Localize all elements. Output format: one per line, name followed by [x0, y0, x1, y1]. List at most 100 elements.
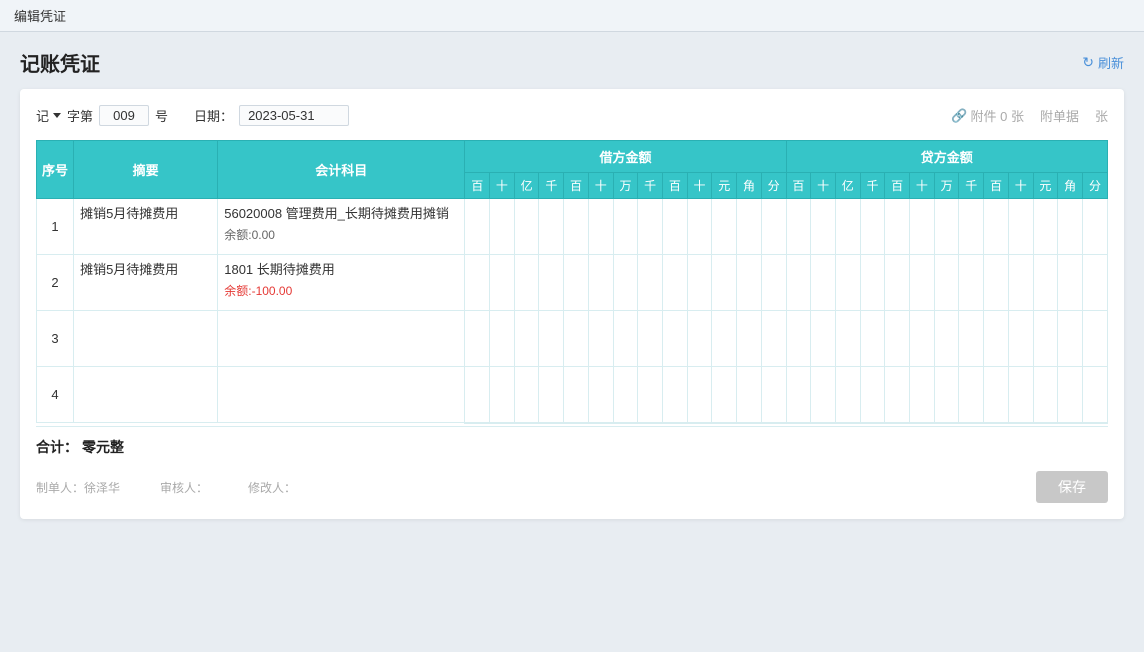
row-1-debit-0[interactable] [465, 255, 490, 311]
row-1-debit-1[interactable] [490, 255, 515, 311]
row-0-account[interactable]: 56020008 管理费用_长期待摊费用摊销余额:0.00 [218, 199, 465, 255]
row-2-credit-1[interactable] [811, 311, 836, 367]
row-3-debit-3[interactable] [539, 367, 564, 423]
row-1-credit-6[interactable] [934, 255, 959, 311]
row-0-credit-10[interactable] [1033, 199, 1058, 255]
row-2-credit-7[interactable] [959, 311, 984, 367]
row-1-credit-10[interactable] [1033, 255, 1058, 311]
row-0-debit-7[interactable] [638, 199, 663, 255]
row-1-debit-11[interactable] [737, 255, 762, 311]
row-2-summary[interactable] [74, 311, 218, 367]
row-2-account[interactable] [218, 311, 465, 367]
row-1-credit-7[interactable] [959, 255, 984, 311]
row-3-debit-1[interactable] [490, 367, 515, 423]
row-1-debit-5[interactable] [588, 255, 613, 311]
row-1-debit-8[interactable] [663, 255, 688, 311]
row-1-debit-9[interactable] [687, 255, 712, 311]
zi-number-input[interactable] [99, 105, 149, 126]
row-0-credit-0[interactable] [786, 199, 811, 255]
row-0-debit-0[interactable] [465, 199, 490, 255]
row-2-credit-0[interactable] [786, 311, 811, 367]
row-3-debit-12[interactable] [761, 367, 786, 423]
row-3-credit-11[interactable] [1058, 367, 1083, 423]
row-3-debit-7[interactable] [638, 367, 663, 423]
row-2-debit-8[interactable] [663, 311, 688, 367]
row-1-summary[interactable]: 摊销5月待摊费用 [74, 255, 218, 311]
row-3-credit-4[interactable] [885, 367, 910, 423]
row-2-debit-5[interactable] [588, 311, 613, 367]
row-2-debit-1[interactable] [490, 311, 515, 367]
row-0-credit-1[interactable] [811, 199, 836, 255]
attach-file-link[interactable]: 🔗 附件 0 张 [951, 106, 1024, 125]
row-2-credit-3[interactable] [860, 311, 885, 367]
row-1-account[interactable]: 1801 长期待摊费用余额:-100.00 [218, 255, 465, 311]
row-1-credit-5[interactable] [910, 255, 935, 311]
voucher-type-select[interactable]: 记 [36, 106, 61, 125]
row-1-debit-2[interactable] [514, 255, 539, 311]
row-3-credit-1[interactable] [811, 367, 836, 423]
row-3-debit-2[interactable] [514, 367, 539, 423]
row-1-debit-3[interactable] [539, 255, 564, 311]
row-0-debit-10[interactable] [712, 199, 737, 255]
row-1-debit-4[interactable] [564, 255, 589, 311]
row-0-credit-3[interactable] [860, 199, 885, 255]
row-3-credit-0[interactable] [786, 367, 811, 423]
row-2-debit-7[interactable] [638, 311, 663, 367]
row-3-account[interactable] [218, 367, 465, 423]
row-3-debit-5[interactable] [588, 367, 613, 423]
row-2-credit-5[interactable] [910, 311, 935, 367]
row-0-credit-5[interactable] [910, 199, 935, 255]
row-0-debit-6[interactable] [613, 199, 638, 255]
row-3-credit-12[interactable] [1082, 367, 1107, 423]
row-0-credit-9[interactable] [1008, 199, 1033, 255]
row-1-debit-10[interactable] [712, 255, 737, 311]
row-2-credit-2[interactable] [835, 311, 860, 367]
row-2-debit-6[interactable] [613, 311, 638, 367]
row-3-debit-8[interactable] [663, 367, 688, 423]
row-1-credit-1[interactable] [811, 255, 836, 311]
row-2-credit-10[interactable] [1033, 311, 1058, 367]
row-2-credit-8[interactable] [984, 311, 1009, 367]
row-3-credit-8[interactable] [984, 367, 1009, 423]
date-input[interactable] [239, 105, 349, 126]
row-2-debit-2[interactable] [514, 311, 539, 367]
row-2-debit-0[interactable] [465, 311, 490, 367]
row-1-credit-2[interactable] [835, 255, 860, 311]
row-0-credit-4[interactable] [885, 199, 910, 255]
row-0-credit-8[interactable] [984, 199, 1009, 255]
row-0-credit-12[interactable] [1082, 199, 1107, 255]
row-0-credit-11[interactable] [1058, 199, 1083, 255]
row-2-debit-11[interactable] [737, 311, 762, 367]
save-button[interactable]: 保存 [1036, 471, 1108, 503]
row-0-debit-9[interactable] [687, 199, 712, 255]
row-3-credit-5[interactable] [910, 367, 935, 423]
row-0-credit-6[interactable] [934, 199, 959, 255]
row-0-debit-8[interactable] [663, 199, 688, 255]
row-1-credit-9[interactable] [1008, 255, 1033, 311]
row-3-debit-0[interactable] [465, 367, 490, 423]
row-3-summary[interactable] [74, 367, 218, 423]
row-0-credit-2[interactable] [835, 199, 860, 255]
row-1-debit-12[interactable] [761, 255, 786, 311]
row-0-credit-7[interactable] [959, 199, 984, 255]
row-1-credit-8[interactable] [984, 255, 1009, 311]
row-3-debit-11[interactable] [737, 367, 762, 423]
row-1-credit-11[interactable] [1058, 255, 1083, 311]
row-2-debit-3[interactable] [539, 311, 564, 367]
row-3-debit-10[interactable] [712, 367, 737, 423]
row-3-debit-6[interactable] [613, 367, 638, 423]
row-2-credit-11[interactable] [1058, 311, 1083, 367]
row-1-credit-3[interactable] [860, 255, 885, 311]
row-2-debit-12[interactable] [761, 311, 786, 367]
row-3-credit-9[interactable] [1008, 367, 1033, 423]
row-3-credit-10[interactable] [1033, 367, 1058, 423]
row-2-debit-9[interactable] [687, 311, 712, 367]
row-1-credit-0[interactable] [786, 255, 811, 311]
row-2-credit-12[interactable] [1082, 311, 1107, 367]
row-1-credit-12[interactable] [1082, 255, 1107, 311]
row-2-credit-4[interactable] [885, 311, 910, 367]
row-3-credit-2[interactable] [835, 367, 860, 423]
row-2-debit-10[interactable] [712, 311, 737, 367]
row-1-debit-6[interactable] [613, 255, 638, 311]
row-2-credit-6[interactable] [934, 311, 959, 367]
